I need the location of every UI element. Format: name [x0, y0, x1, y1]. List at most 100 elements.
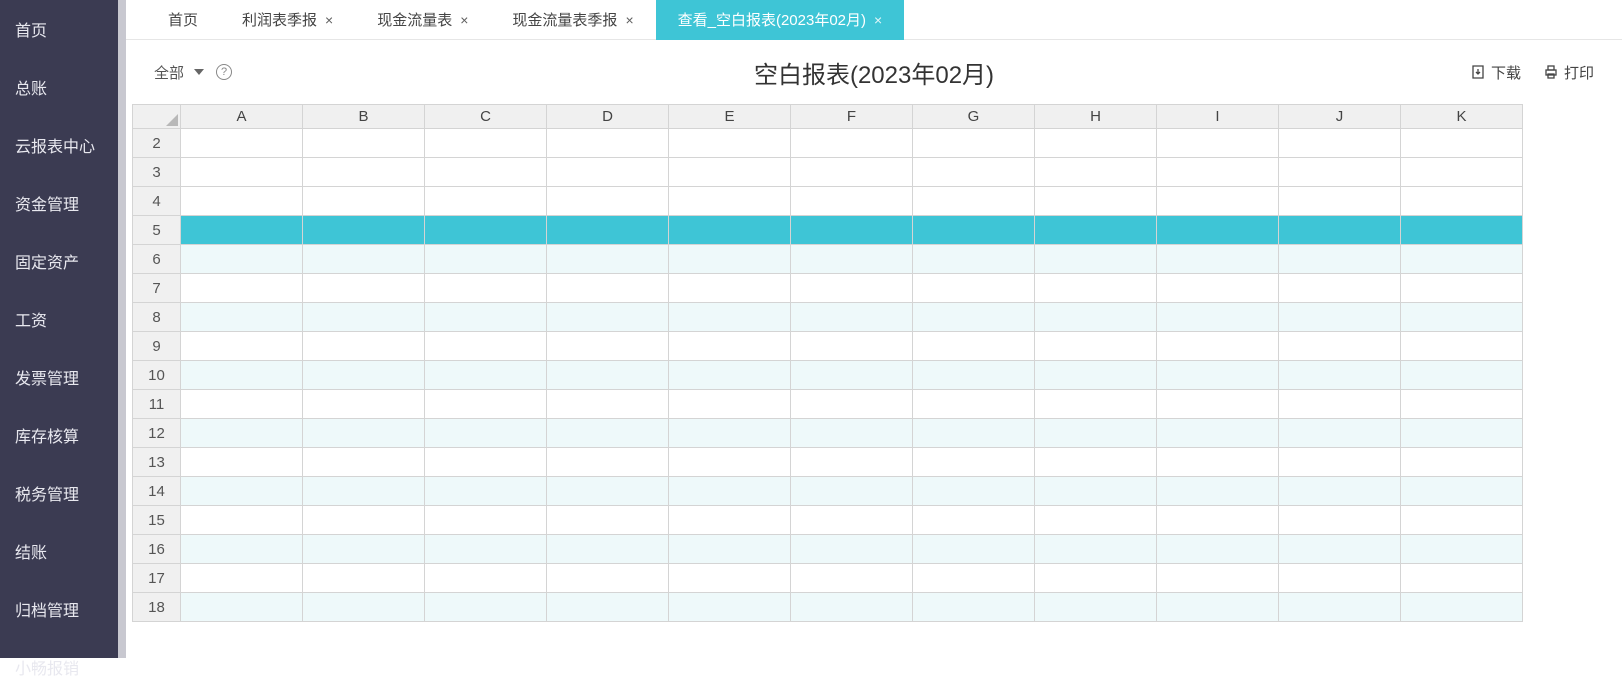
- row-header-5[interactable]: 5: [133, 216, 181, 245]
- cell-J3[interactable]: [1279, 158, 1401, 187]
- cell-C14[interactable]: [425, 477, 547, 506]
- row-header-13[interactable]: 13: [133, 448, 181, 477]
- row-header-11[interactable]: 11: [133, 390, 181, 419]
- cell-H15[interactable]: [1035, 506, 1157, 535]
- cell-E7[interactable]: [669, 274, 791, 303]
- cell-C4[interactable]: [425, 187, 547, 216]
- column-header-F[interactable]: F: [791, 105, 913, 129]
- cell-H8[interactable]: [1035, 303, 1157, 332]
- cell-C16[interactable]: [425, 535, 547, 564]
- cell-I16[interactable]: [1157, 535, 1279, 564]
- cell-D17[interactable]: [547, 564, 669, 593]
- cell-I10[interactable]: [1157, 361, 1279, 390]
- close-icon[interactable]: ×: [625, 12, 633, 28]
- cell-K2[interactable]: [1401, 129, 1523, 158]
- cell-J11[interactable]: [1279, 390, 1401, 419]
- cell-K10[interactable]: [1401, 361, 1523, 390]
- cell-A2[interactable]: [181, 129, 303, 158]
- cell-I8[interactable]: [1157, 303, 1279, 332]
- cell-B6[interactable]: [303, 245, 425, 274]
- cell-I17[interactable]: [1157, 564, 1279, 593]
- cell-B9[interactable]: [303, 332, 425, 361]
- cell-I18[interactable]: [1157, 593, 1279, 622]
- cell-C10[interactable]: [425, 361, 547, 390]
- cell-B7[interactable]: [303, 274, 425, 303]
- tab-3[interactable]: 现金流量表季报×: [490, 0, 655, 40]
- filter-dropdown[interactable]: 全部 ?: [154, 62, 232, 83]
- cell-H12[interactable]: [1035, 419, 1157, 448]
- cell-E8[interactable]: [669, 303, 791, 332]
- cell-A9[interactable]: [181, 332, 303, 361]
- help-icon[interactable]: ?: [216, 64, 232, 80]
- cell-H13[interactable]: [1035, 448, 1157, 477]
- cell-D13[interactable]: [547, 448, 669, 477]
- cell-B12[interactable]: [303, 419, 425, 448]
- cell-F7[interactable]: [791, 274, 913, 303]
- cell-C12[interactable]: [425, 419, 547, 448]
- close-icon[interactable]: ×: [325, 12, 333, 28]
- cell-F14[interactable]: [791, 477, 913, 506]
- cell-A10[interactable]: [181, 361, 303, 390]
- sidebar-item-tax[interactable]: 税务管理: [0, 464, 126, 522]
- cell-A7[interactable]: [181, 274, 303, 303]
- cell-G4[interactable]: [913, 187, 1035, 216]
- cell-H14[interactable]: [1035, 477, 1157, 506]
- cell-H5[interactable]: [1035, 216, 1157, 245]
- tab-2[interactable]: 现金流量表×: [355, 0, 490, 40]
- cell-G9[interactable]: [913, 332, 1035, 361]
- cell-H7[interactable]: [1035, 274, 1157, 303]
- cell-J9[interactable]: [1279, 332, 1401, 361]
- cell-A3[interactable]: [181, 158, 303, 187]
- cell-G7[interactable]: [913, 274, 1035, 303]
- cell-A8[interactable]: [181, 303, 303, 332]
- cell-D18[interactable]: [547, 593, 669, 622]
- cell-K5[interactable]: [1401, 216, 1523, 245]
- cell-E9[interactable]: [669, 332, 791, 361]
- cell-E14[interactable]: [669, 477, 791, 506]
- cell-H4[interactable]: [1035, 187, 1157, 216]
- cell-J16[interactable]: [1279, 535, 1401, 564]
- tab-0[interactable]: 首页: [146, 0, 220, 40]
- cell-C8[interactable]: [425, 303, 547, 332]
- cell-B15[interactable]: [303, 506, 425, 535]
- cell-A17[interactable]: [181, 564, 303, 593]
- row-header-3[interactable]: 3: [133, 158, 181, 187]
- cell-E17[interactable]: [669, 564, 791, 593]
- cell-B13[interactable]: [303, 448, 425, 477]
- cell-I14[interactable]: [1157, 477, 1279, 506]
- cell-G12[interactable]: [913, 419, 1035, 448]
- cell-I7[interactable]: [1157, 274, 1279, 303]
- cell-K15[interactable]: [1401, 506, 1523, 535]
- cell-A5[interactable]: [181, 216, 303, 245]
- cell-A18[interactable]: [181, 593, 303, 622]
- cell-F10[interactable]: [791, 361, 913, 390]
- download-button[interactable]: 下载: [1470, 62, 1521, 83]
- cell-J8[interactable]: [1279, 303, 1401, 332]
- cell-I4[interactable]: [1157, 187, 1279, 216]
- cell-B3[interactable]: [303, 158, 425, 187]
- cell-K6[interactable]: [1401, 245, 1523, 274]
- cell-E12[interactable]: [669, 419, 791, 448]
- row-header-6[interactable]: 6: [133, 245, 181, 274]
- sidebar-item-inventory[interactable]: 库存核算: [0, 406, 126, 464]
- column-header-K[interactable]: K: [1401, 105, 1523, 129]
- cell-E16[interactable]: [669, 535, 791, 564]
- cell-J12[interactable]: [1279, 419, 1401, 448]
- cell-J15[interactable]: [1279, 506, 1401, 535]
- cell-E11[interactable]: [669, 390, 791, 419]
- cell-G10[interactable]: [913, 361, 1035, 390]
- cell-I15[interactable]: [1157, 506, 1279, 535]
- cell-B18[interactable]: [303, 593, 425, 622]
- cell-G2[interactable]: [913, 129, 1035, 158]
- sidebar-item-closing[interactable]: 结账: [0, 522, 126, 580]
- cell-C15[interactable]: [425, 506, 547, 535]
- column-header-C[interactable]: C: [425, 105, 547, 129]
- cell-D7[interactable]: [547, 274, 669, 303]
- cell-G3[interactable]: [913, 158, 1035, 187]
- cell-G16[interactable]: [913, 535, 1035, 564]
- cell-E2[interactable]: [669, 129, 791, 158]
- cell-C3[interactable]: [425, 158, 547, 187]
- cell-D16[interactable]: [547, 535, 669, 564]
- column-header-I[interactable]: I: [1157, 105, 1279, 129]
- cell-G6[interactable]: [913, 245, 1035, 274]
